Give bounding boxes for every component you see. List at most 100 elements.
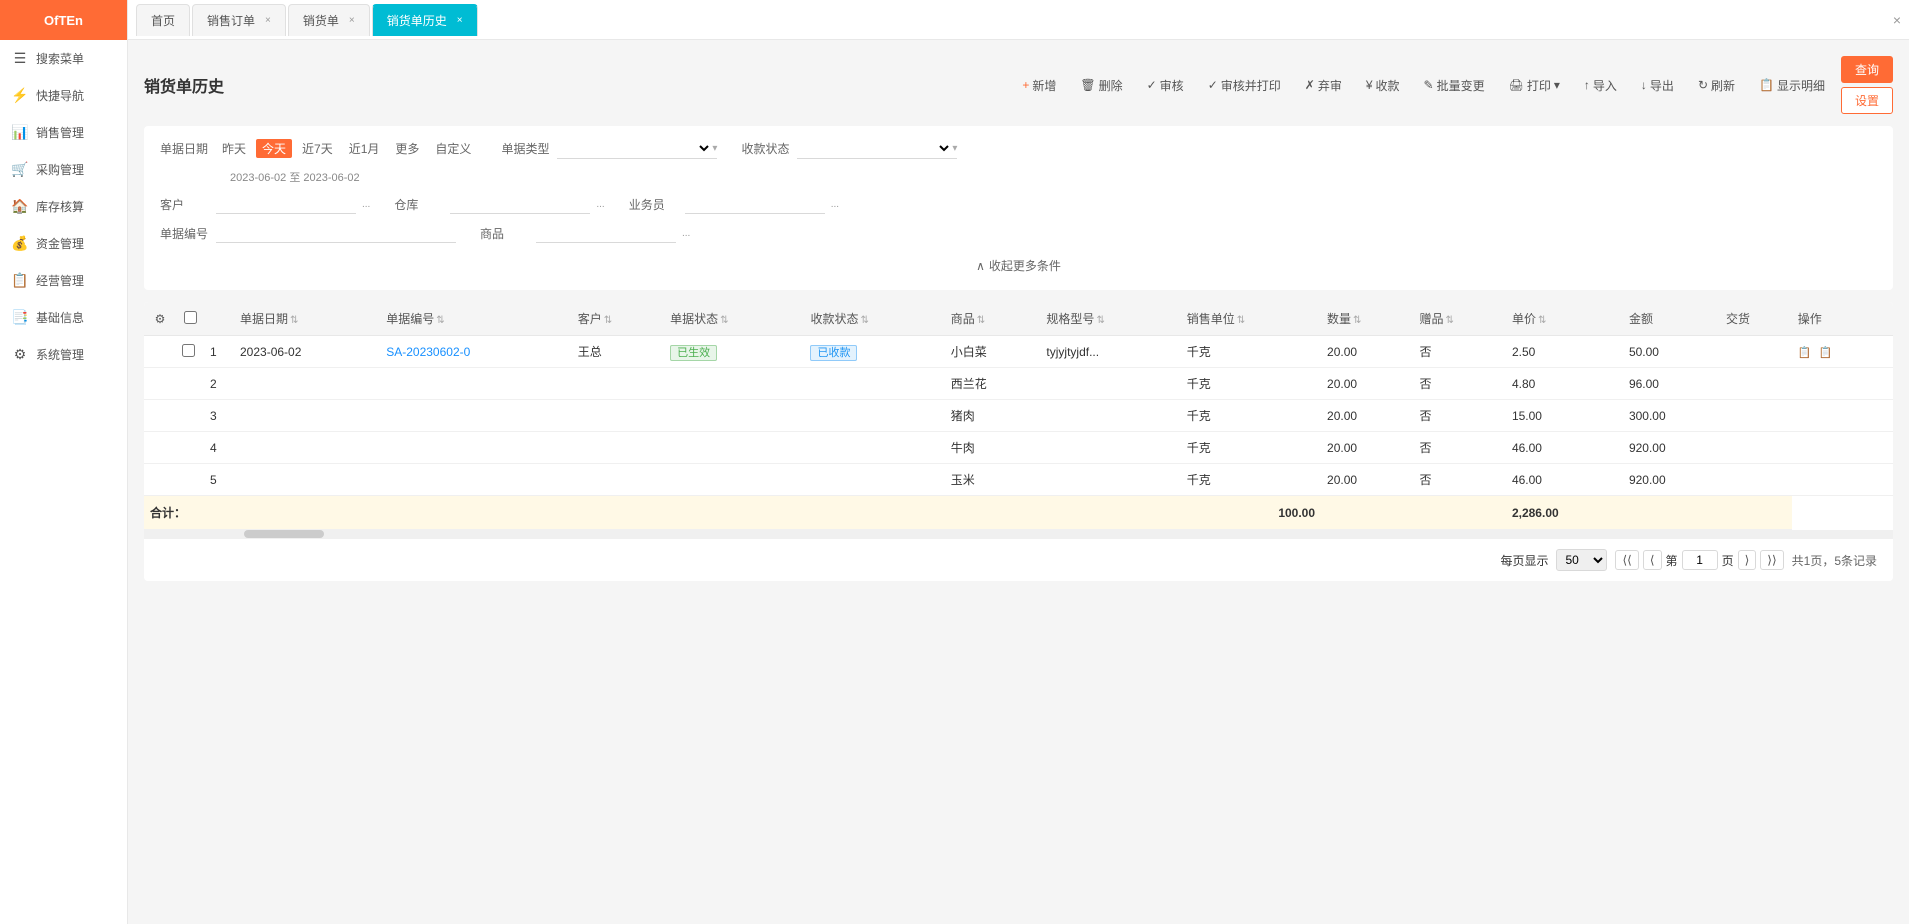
cell-operation bbox=[1792, 400, 1893, 432]
export-button[interactable]: ↓ 导出 bbox=[1633, 73, 1682, 98]
warehouse-input[interactable] bbox=[450, 195, 590, 214]
sidebar-item-sales-mgmt[interactable]: 📊 销售管理 bbox=[0, 114, 127, 151]
add-button[interactable]: + 新增 bbox=[1014, 73, 1064, 98]
date-tag-today[interactable]: 今天 bbox=[256, 139, 292, 158]
scrollbar-thumb[interactable] bbox=[244, 530, 324, 538]
select-all-checkbox[interactable] bbox=[184, 311, 197, 324]
sidebar-item-label: 系统管理 bbox=[36, 346, 84, 363]
customer-input[interactable] bbox=[216, 195, 356, 214]
col-goods[interactable]: 商品⇅ bbox=[945, 302, 1041, 336]
cell-checkbox bbox=[176, 432, 204, 464]
sidebar-item-finance[interactable]: 💰 资金管理 bbox=[0, 225, 127, 262]
payment-status-select[interactable] bbox=[797, 138, 952, 158]
sidebar-item-inventory[interactable]: 🏠 库存核算 bbox=[0, 188, 127, 225]
op-view-btn-1[interactable]: 📋 bbox=[1798, 347, 1812, 359]
col-doc-status[interactable]: 单据状态⇅ bbox=[664, 302, 804, 336]
close-sales-goods-tab[interactable]: × bbox=[349, 15, 355, 26]
horizontal-scrollbar[interactable] bbox=[144, 530, 1893, 538]
salesperson-input[interactable] bbox=[685, 195, 825, 214]
close-sales-order-tab[interactable]: × bbox=[265, 15, 271, 26]
cell-doc-no[interactable]: SA-20230602-0 bbox=[380, 336, 571, 368]
cell-unit: 千克 bbox=[1181, 336, 1321, 368]
col-payment-status[interactable]: 收款状态⇅ bbox=[804, 302, 944, 336]
page-prev-btn[interactable]: ⟨ bbox=[1643, 550, 1662, 570]
cell-doc-status bbox=[664, 432, 804, 464]
date-tag-1month[interactable]: 近1月 bbox=[343, 139, 386, 158]
audit-button[interactable]: ✓ 审核 bbox=[1139, 73, 1192, 98]
customer-label: 客户 bbox=[160, 196, 210, 213]
col-gift[interactable]: 赠品⇅ bbox=[1413, 302, 1505, 336]
col-unit[interactable]: 销售单位⇅ bbox=[1181, 302, 1321, 336]
close-window-button[interactable]: × bbox=[1893, 12, 1901, 28]
cell-unit-price: 2.50 bbox=[1506, 336, 1623, 368]
col-date[interactable]: 单据日期⇅ bbox=[234, 302, 380, 336]
show-detail-button[interactable]: 📋 显示明细 bbox=[1751, 73, 1833, 98]
col-quantity[interactable]: 数量⇅ bbox=[1321, 302, 1413, 336]
salesperson-ellipsis[interactable]: ... bbox=[831, 199, 839, 210]
cell-goods: 牛肉 bbox=[945, 432, 1041, 464]
page-size-select[interactable]: 50 10 20 100 bbox=[1556, 549, 1607, 571]
sidebar-item-purchase-mgmt[interactable]: 🛒 采购管理 bbox=[0, 151, 127, 188]
date-tag-7days[interactable]: 近7天 bbox=[296, 139, 339, 158]
cell-gift: 否 bbox=[1413, 336, 1505, 368]
warehouse-label: 仓库 bbox=[394, 196, 444, 213]
close-sales-history-tab[interactable]: × bbox=[457, 15, 463, 26]
query-button[interactable]: 查询 bbox=[1841, 56, 1893, 83]
collapse-button[interactable]: ∧ 收起更多条件 bbox=[972, 253, 1065, 278]
refresh-button[interactable]: ↻ 刷新 bbox=[1690, 73, 1743, 98]
cell-date bbox=[234, 432, 380, 464]
sidebar-item-basic-info[interactable]: 📑 基础信息 bbox=[0, 299, 127, 336]
abandon-button[interactable]: ✗ 弃审 bbox=[1297, 73, 1350, 98]
col-unit-price[interactable]: 单价⇅ bbox=[1506, 302, 1623, 336]
print-button[interactable]: 🖨 打印 ▾ bbox=[1501, 73, 1568, 98]
batch-change-button[interactable]: ✎ 批量变更 bbox=[1416, 73, 1493, 98]
delete-button[interactable]: 🗑 删除 bbox=[1072, 73, 1130, 98]
sidebar-item-quick-nav[interactable]: ⚡ 快捷导航 bbox=[0, 77, 127, 114]
col-settings[interactable]: ⚙ bbox=[144, 302, 176, 336]
setting-button[interactable]: 设置 bbox=[1841, 87, 1893, 114]
import-button[interactable]: ↑ 导入 bbox=[1576, 73, 1625, 98]
page-first-btn[interactable]: ⟨⟨ bbox=[1615, 550, 1638, 570]
tab-sales-history[interactable]: 销货单历史 × bbox=[372, 4, 478, 36]
page-number-input[interactable] bbox=[1682, 550, 1718, 570]
doc-type-select-wrap: ▾ bbox=[557, 138, 717, 159]
col-spec[interactable]: 规格型号⇅ bbox=[1040, 302, 1180, 336]
goods-input[interactable] bbox=[536, 224, 676, 243]
page-next-btn[interactable]: ⟩ bbox=[1738, 550, 1757, 570]
table-footer: 每页显示 50 10 20 100 ⟨⟨ ⟨ 第 页 ⟩ ⟩⟩ 共1页，5条记录 bbox=[144, 538, 1893, 581]
date-range-display: 2023-06-02 至 2023-06-02 bbox=[230, 172, 360, 184]
filter-warehouse: 仓库 ... bbox=[394, 195, 604, 214]
date-tag-yesterday[interactable]: 昨天 bbox=[216, 139, 252, 158]
doc-type-select[interactable] bbox=[557, 138, 712, 158]
cell-doc-no bbox=[380, 400, 571, 432]
tab-sales-order[interactable]: 销售订单 × bbox=[192, 4, 286, 36]
cell-payment-status bbox=[804, 464, 944, 496]
warehouse-ellipsis[interactable]: ... bbox=[596, 199, 604, 210]
col-customer[interactable]: 客户⇅ bbox=[572, 302, 664, 336]
customer-ellipsis[interactable]: ... bbox=[362, 199, 370, 210]
collapse-up-icon: ∧ bbox=[976, 259, 985, 273]
abandon-icon: ✗ bbox=[1305, 78, 1315, 92]
row-checkbox-1[interactable] bbox=[182, 344, 195, 357]
sidebar-item-search-menu[interactable]: ☰ 搜索菜单 bbox=[0, 40, 127, 77]
goods-ellipsis[interactable]: ... bbox=[682, 228, 690, 239]
date-tag-more[interactable]: 更多 bbox=[389, 139, 425, 158]
doc-no-input[interactable] bbox=[216, 224, 456, 243]
purchase-mgmt-icon: 🛒 bbox=[12, 162, 28, 178]
col-doc-no[interactable]: 单据编号⇅ bbox=[380, 302, 571, 336]
sidebar-item-system-mgmt[interactable]: ⚙ 系统管理 bbox=[0, 336, 127, 373]
op-edit-btn-1[interactable]: 📋 bbox=[1819, 347, 1833, 359]
sidebar-item-operations[interactable]: 📋 经营管理 bbox=[0, 262, 127, 299]
page-size-label: 每页显示 bbox=[1500, 552, 1548, 569]
tab-sales-goods[interactable]: 销货单 × bbox=[288, 4, 370, 36]
unit-price-sort-icon: ⇅ bbox=[1538, 315, 1546, 326]
cell-payment-status: 已收款 bbox=[804, 336, 944, 368]
audit-print-button[interactable]: ✓ 审核并打印 bbox=[1200, 73, 1289, 98]
collect-button[interactable]: ¥ 收款 bbox=[1358, 73, 1408, 98]
tab-home[interactable]: 首页 bbox=[136, 4, 190, 36]
col-operation: 操作 bbox=[1792, 302, 1893, 336]
cell-quantity: 20.00 bbox=[1321, 368, 1413, 400]
page-last-btn[interactable]: ⟩⟩ bbox=[1760, 550, 1783, 570]
date-tag-custom[interactable]: 自定义 bbox=[429, 139, 477, 158]
sidebar-item-label: 搜索菜单 bbox=[36, 50, 84, 67]
